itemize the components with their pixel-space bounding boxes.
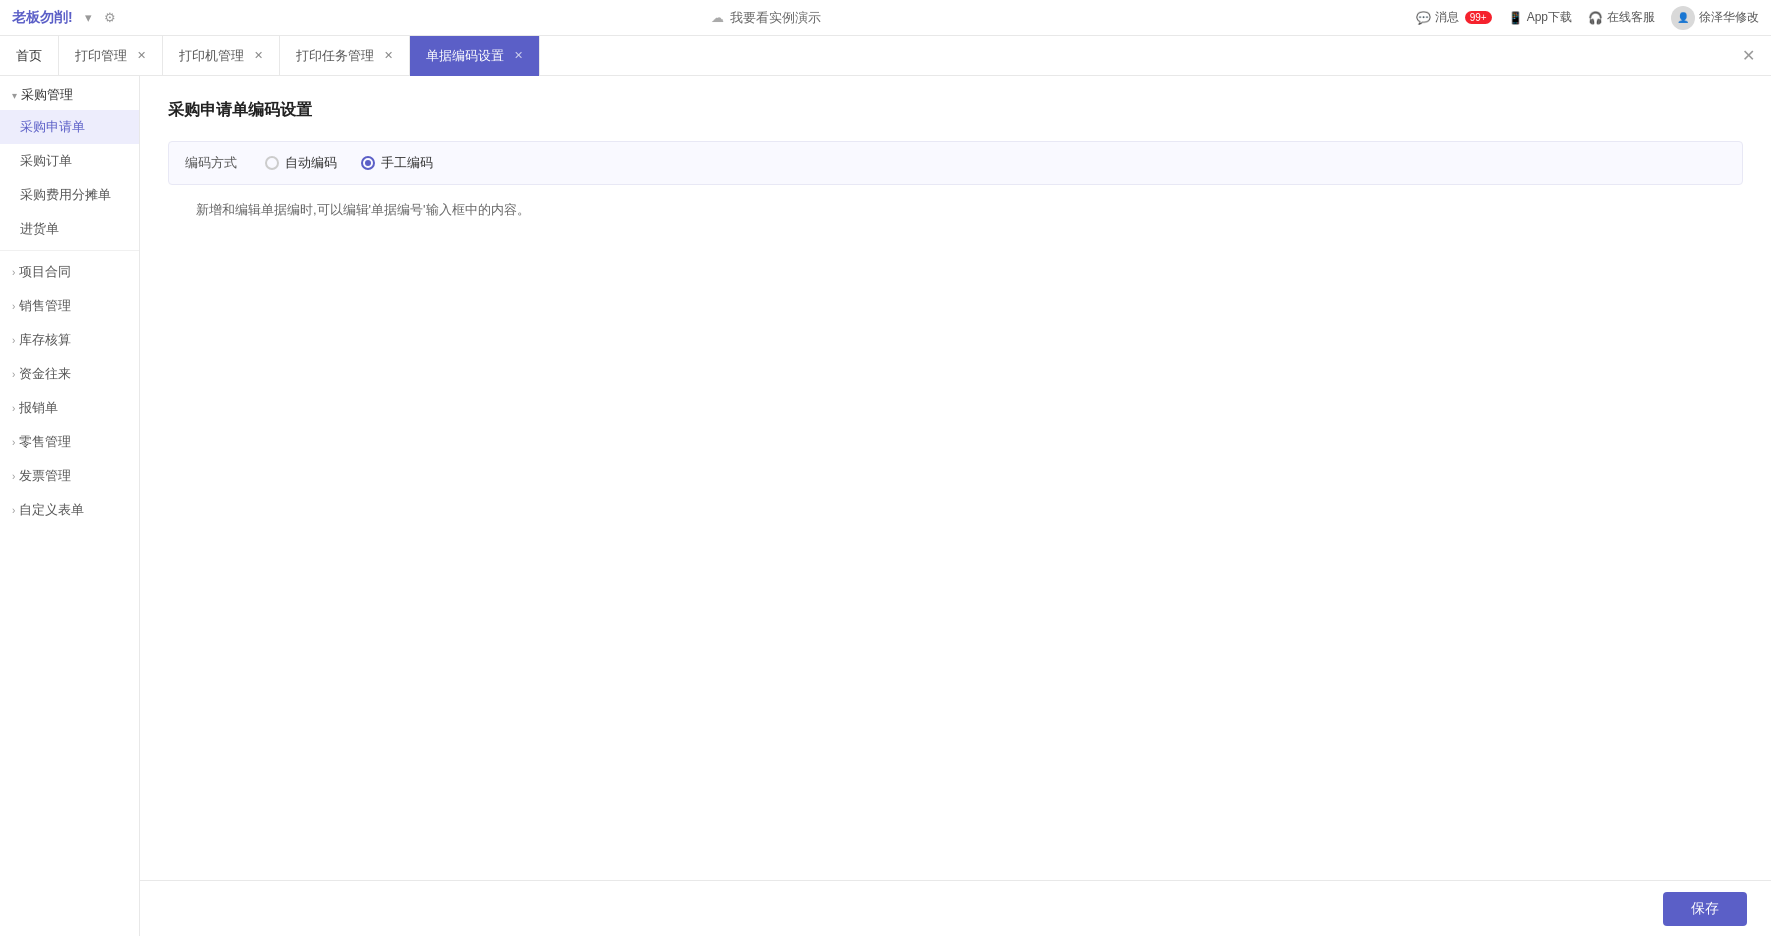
info-text: 新增和编辑单据编时,可以编辑'单据编号'输入框中的内容。 <box>168 185 1743 235</box>
user-menu[interactable]: 👤 徐泽华修改 <box>1671 6 1759 30</box>
message-badge: 99+ <box>1465 11 1492 24</box>
top-bar-left: 老板勿削! ▾ ⚙ <box>12 9 116 27</box>
bottom-bar: 保存 <box>140 880 1771 936</box>
message-icon: 💬 <box>1416 11 1431 25</box>
sidebar-group-purchase-title[interactable]: ▾ 采购管理 <box>0 76 139 110</box>
sidebar-item-purchase-request-label: 采购申请单 <box>20 119 85 134</box>
radio-manual-label: 手工编码 <box>381 154 433 172</box>
sidebar-item-purchase-order[interactable]: 采购订单 <box>0 144 139 178</box>
cloud-icon: ☁ <box>711 10 724 25</box>
radio-manual-code[interactable]: 手工编码 <box>361 154 433 172</box>
sidebar-item-purchase-expense-label: 采购费用分摊单 <box>20 187 111 202</box>
tab-printer-mgmt-close[interactable]: ✕ <box>254 49 263 62</box>
chevron-right-icon-3: › <box>12 335 15 346</box>
encoding-row: 编码方式 自动编码 手工编码 <box>169 142 1742 184</box>
tab-print-task-mgmt[interactable]: 打印任务管理 ✕ <box>280 36 410 76</box>
user-name: 徐泽华修改 <box>1699 9 1759 26</box>
tab-home[interactable]: 首页 <box>0 36 59 76</box>
radio-manual-circle <box>361 156 375 170</box>
tab-printer-mgmt-label: 打印机管理 <box>179 47 244 65</box>
content-inner: 采购申请单编码设置 编码方式 自动编码 手工编码 <box>140 76 1771 880</box>
search-area: ☁ 我要看实例演示 <box>711 9 821 27</box>
chevron-down-icon: ▾ <box>12 90 17 101</box>
tab-single-code-setting-label: 单据编码设置 <box>426 47 504 65</box>
app-download-button[interactable]: 📱 App下载 <box>1508 9 1572 26</box>
app-icon: 📱 <box>1508 11 1523 25</box>
message-label: 消息 <box>1435 9 1459 26</box>
sidebar-group-purchase: ▾ 采购管理 采购申请单 采购订单 采购费用分摊单 进货单 <box>0 76 139 246</box>
tab-print-mgmt-label: 打印管理 <box>75 47 127 65</box>
encoding-label: 编码方式 <box>185 154 245 172</box>
tab-single-code-setting[interactable]: 单据编码设置 ✕ <box>410 36 540 76</box>
chevron-right-icon-2: › <box>12 301 15 312</box>
settings-icon[interactable]: ⚙ <box>104 10 116 25</box>
radio-auto-circle <box>265 156 279 170</box>
messages-button[interactable]: 💬 消息 99+ <box>1416 9 1492 26</box>
content-area: 采购申请单编码设置 编码方式 自动编码 手工编码 <box>140 76 1771 936</box>
sidebar: ▾ 采购管理 采购申请单 采购订单 采购费用分摊单 进货单 › 项目合同 › 销… <box>0 76 140 936</box>
sidebar-item-purchase-request[interactable]: 采购申请单 <box>0 110 139 144</box>
sidebar-item-purchase-order-label: 采购订单 <box>20 153 72 168</box>
main-layout: ▾ 采购管理 采购申请单 采购订单 采购费用分摊单 进货单 › 项目合同 › 销… <box>0 76 1771 936</box>
tab-bar-close[interactable]: ✕ <box>1742 46 1771 65</box>
service-icon: 🎧 <box>1588 11 1603 25</box>
online-service-button[interactable]: 🎧 在线客服 <box>1588 9 1655 26</box>
encoding-form-section: 编码方式 自动编码 手工编码 <box>168 141 1743 185</box>
tab-home-label: 首页 <box>16 47 42 65</box>
sidebar-group-custom-form-label: 自定义表单 <box>19 501 84 519</box>
tab-printer-mgmt[interactable]: 打印机管理 ✕ <box>163 36 280 76</box>
top-bar: 老板勿削! ▾ ⚙ ☁ 我要看实例演示 💬 消息 99+ 📱 App下载 🎧 在… <box>0 0 1771 36</box>
radio-auto-code[interactable]: 自动编码 <box>265 154 337 172</box>
sidebar-group-expense-claim-label: 报销单 <box>19 399 58 417</box>
top-bar-right: 💬 消息 99+ 📱 App下载 🎧 在线客服 👤 徐泽华修改 <box>1416 6 1759 30</box>
logo: 老板勿削! <box>12 9 73 27</box>
save-button[interactable]: 保存 <box>1663 892 1747 926</box>
sidebar-group-project-label: 项目合同 <box>19 263 71 281</box>
sidebar-group-inventory-label: 库存核算 <box>19 331 71 349</box>
sidebar-item-purchase-expense[interactable]: 采购费用分摊单 <box>0 178 139 212</box>
sidebar-group-retail-label: 零售管理 <box>19 433 71 451</box>
sidebar-item-goods-receipt-label: 进货单 <box>20 221 59 236</box>
tab-print-task-mgmt-label: 打印任务管理 <box>296 47 374 65</box>
chevron-right-icon-7: › <box>12 471 15 482</box>
radio-group: 自动编码 手工编码 <box>265 154 433 172</box>
dropdown-icon[interactable]: ▾ <box>85 10 92 25</box>
search-text: 我要看实例演示 <box>730 9 821 27</box>
service-label: 在线客服 <box>1607 9 1655 26</box>
tab-print-mgmt-close[interactable]: ✕ <box>137 49 146 62</box>
sidebar-group-expense-claim[interactable]: › 报销单 <box>0 391 139 425</box>
chevron-right-icon-8: › <box>12 505 15 516</box>
sidebar-group-capital[interactable]: › 资金往来 <box>0 357 139 391</box>
sidebar-group-sales-label: 销售管理 <box>19 297 71 315</box>
sidebar-group-invoice[interactable]: › 发票管理 <box>0 459 139 493</box>
sidebar-group-invoice-label: 发票管理 <box>19 467 71 485</box>
sidebar-divider-1 <box>0 250 139 251</box>
chevron-right-icon-6: › <box>12 437 15 448</box>
sidebar-group-inventory[interactable]: › 库存核算 <box>0 323 139 357</box>
sidebar-group-sales[interactable]: › 销售管理 <box>0 289 139 323</box>
sidebar-group-retail[interactable]: › 零售管理 <box>0 425 139 459</box>
radio-auto-label: 自动编码 <box>285 154 337 172</box>
sidebar-group-purchase-label: 采购管理 <box>21 86 73 104</box>
sidebar-group-capital-label: 资金往来 <box>19 365 71 383</box>
sidebar-group-custom-form[interactable]: › 自定义表单 <box>0 493 139 527</box>
tab-print-mgmt[interactable]: 打印管理 ✕ <box>59 36 163 76</box>
tab-single-code-setting-close[interactable]: ✕ <box>514 49 523 62</box>
tab-bar: 首页 打印管理 ✕ 打印机管理 ✕ 打印任务管理 ✕ 单据编码设置 ✕ ✕ <box>0 36 1771 76</box>
chevron-right-icon-4: › <box>12 369 15 380</box>
chevron-right-icon-5: › <box>12 403 15 414</box>
app-label: App下载 <box>1527 9 1572 26</box>
tab-print-task-mgmt-close[interactable]: ✕ <box>384 49 393 62</box>
page-title: 采购申请单编码设置 <box>168 100 1743 121</box>
chevron-right-icon: › <box>12 267 15 278</box>
sidebar-group-project[interactable]: › 项目合同 <box>0 255 139 289</box>
avatar: 👤 <box>1671 6 1695 30</box>
sidebar-item-goods-receipt[interactable]: 进货单 <box>0 212 139 246</box>
